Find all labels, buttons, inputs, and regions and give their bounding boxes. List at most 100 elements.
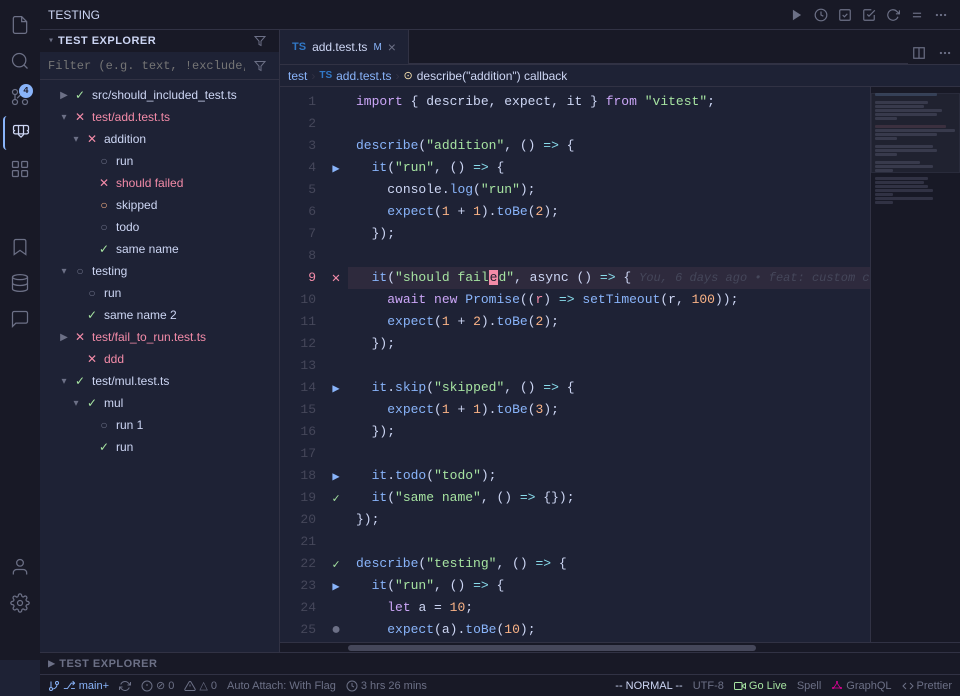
line-numbers: 1234 5678 910 11121314 15161718 19202122… [280,87,324,642]
status-left: ⎇ main+ ⊘ 0 △ 0 Auto Attach: With Flag 3… [48,679,427,692]
tab-close-button[interactable]: × [388,39,396,55]
spell-label: Spell [797,680,821,692]
breadcrumb-func-icon: ⊙ [404,69,413,82]
breadcrumb-test[interactable]: test [288,69,307,83]
minimap-content [871,93,960,642]
code-line-8 [348,245,870,267]
status-mode[interactable]: -- NORMAL -- [615,680,682,692]
breadcrumb-sep-2: › [396,69,400,83]
tree-item-skipped[interactable]: ▶ ○ skipped [40,194,279,216]
gutter-15 [324,399,348,421]
h-scrollbar[interactable] [280,642,960,652]
activity-icon-source-control[interactable]: 4 [3,80,37,114]
activity-icon-bookmark[interactable] [3,230,37,264]
tree-item-ddd[interactable]: ▶ ✕ ddd [40,348,279,370]
tree-item-label: addition [104,132,146,146]
code-line-5: console.log("run"); [348,179,870,201]
gutter-23[interactable]: ▶ [324,575,348,597]
filter-button[interactable] [249,55,271,77]
gutter-22[interactable]: ✓ [324,553,348,575]
test-gutter: ▶ ✕ ▶ ▶ ✓ [324,87,348,642]
tree-item-run[interactable]: ▶ ○ run [40,150,279,172]
panel-split-button[interactable] [908,42,930,64]
tab-add-test[interactable]: TS add.test.ts M × [280,30,409,64]
code-line-19: it("same name", () => {}); [348,487,870,509]
title-bar: TESTING [40,0,960,30]
activity-icon-chat[interactable] [3,302,37,336]
status-errors[interactable]: ⊘ 0 [141,679,174,692]
activity-icon-files[interactable] [3,8,37,42]
gutter-18[interactable]: ▶ [324,465,348,487]
gutter-14[interactable]: ▶ [324,377,348,399]
code-lines: import { describe, expect, it } from "vi… [348,87,870,642]
status-circle-icon: ○ [72,263,88,279]
status-graphql[interactable]: GraphQL [831,680,891,692]
results-button[interactable] [858,4,880,26]
status-pass-icon: ✓ [72,87,88,103]
chevron-icon: ▾ [56,376,72,387]
more-options-button[interactable] [930,4,952,26]
tree-item-addition[interactable]: ▾ ✕ addition [40,128,279,150]
activity-icon-extensions[interactable] [3,152,37,186]
tree-item-should-failed[interactable]: ▶ ✕ should failed [40,172,279,194]
activity-icon-settings[interactable] [3,586,37,620]
tree-item-label: run [116,440,133,454]
tree-item-mul-test[interactable]: ▾ ✓ test/mul.test.ts [40,370,279,392]
status-warnings[interactable]: △ 0 [184,679,217,692]
gutter-24 [324,597,348,619]
filter-icon[interactable] [249,30,271,52]
collapse-button[interactable] [906,4,928,26]
tree-item-same-name[interactable]: ▶ ✓ same name [40,238,279,260]
tree-item-label: test/fail_to_run.test.ts [92,330,206,344]
tree-item-label: test/add.test.ts [92,110,170,124]
tree-item-testing-run[interactable]: ▶ ○ run [40,282,279,304]
tree-item-mul[interactable]: ▾ ✓ mul [40,392,279,414]
code-line-15: expect(1 + 1).toBe(3); [348,399,870,421]
bottom-chevron-icon: ▶ [48,656,55,671]
gutter-21 [324,531,348,553]
tree-item-label: skipped [116,198,157,212]
activity-icon-testing[interactable] [3,116,37,150]
title-text: TESTING [48,8,100,22]
breadcrumb-file[interactable]: add.test.ts [336,69,391,83]
gutter-12 [324,333,348,355]
status-sync[interactable] [119,680,131,692]
activity-icon-database[interactable] [3,266,37,300]
status-liveshare[interactable]: Go Live [734,680,787,692]
tree-item-mul-run[interactable]: ▶ ✓ run [40,436,279,458]
status-encoding[interactable]: UTF-8 [693,680,724,692]
tree-item-add-test[interactable]: ▾ ✕ test/add.test.ts [40,106,279,128]
history-button[interactable] [810,4,832,26]
tab-empty-area [409,63,908,64]
minimap[interactable] [870,87,960,642]
status-branch[interactable]: ⎇ main+ [48,679,109,692]
code-view[interactable]: 1234 5678 910 11121314 15161718 19202122… [280,87,870,642]
gutter-5 [324,179,348,201]
minimap-line [875,181,924,184]
code-line-14: it.skip("skipped", () => { [348,377,870,399]
coverage-button[interactable] [834,4,856,26]
gutter-9[interactable]: ✕ [324,267,348,289]
status-fail-icon: ✕ [72,109,88,125]
bottom-test-explorer-label[interactable]: TEST EXPLORER [59,658,157,670]
status-spell[interactable]: Spell [797,680,821,692]
status-auto-attach[interactable]: Auto Attach: With Flag [227,680,336,692]
refresh-button[interactable] [882,4,904,26]
status-prettier[interactable]: Prettier [902,680,952,692]
tree-item-mul-run1[interactable]: ▶ ○ run 1 [40,414,279,436]
status-pass-icon: ✓ [96,241,112,257]
tree-item-fail-run[interactable]: ▶ ✕ test/fail_to_run.test.ts [40,326,279,348]
activity-icon-account[interactable] [3,550,37,584]
status-timer[interactable]: 3 hrs 26 mins [346,680,427,692]
tree-item-src-should[interactable]: ▶ ✓ src/should_included_test.ts [40,84,279,106]
h-scrollbar-thumb[interactable] [348,645,756,651]
tree-item-same-name-2[interactable]: ▶ ✓ same name 2 [40,304,279,326]
activity-icon-search[interactable] [3,44,37,78]
gutter-19[interactable]: ✓ [324,487,348,509]
tree-item-testing[interactable]: ▾ ○ testing [40,260,279,282]
filter-input[interactable] [48,59,245,73]
run-all-button[interactable] [786,4,808,26]
panel-more-button[interactable] [934,42,956,64]
gutter-4[interactable]: ▶ [324,157,348,179]
tree-item-todo[interactable]: ▶ ○ todo [40,216,279,238]
